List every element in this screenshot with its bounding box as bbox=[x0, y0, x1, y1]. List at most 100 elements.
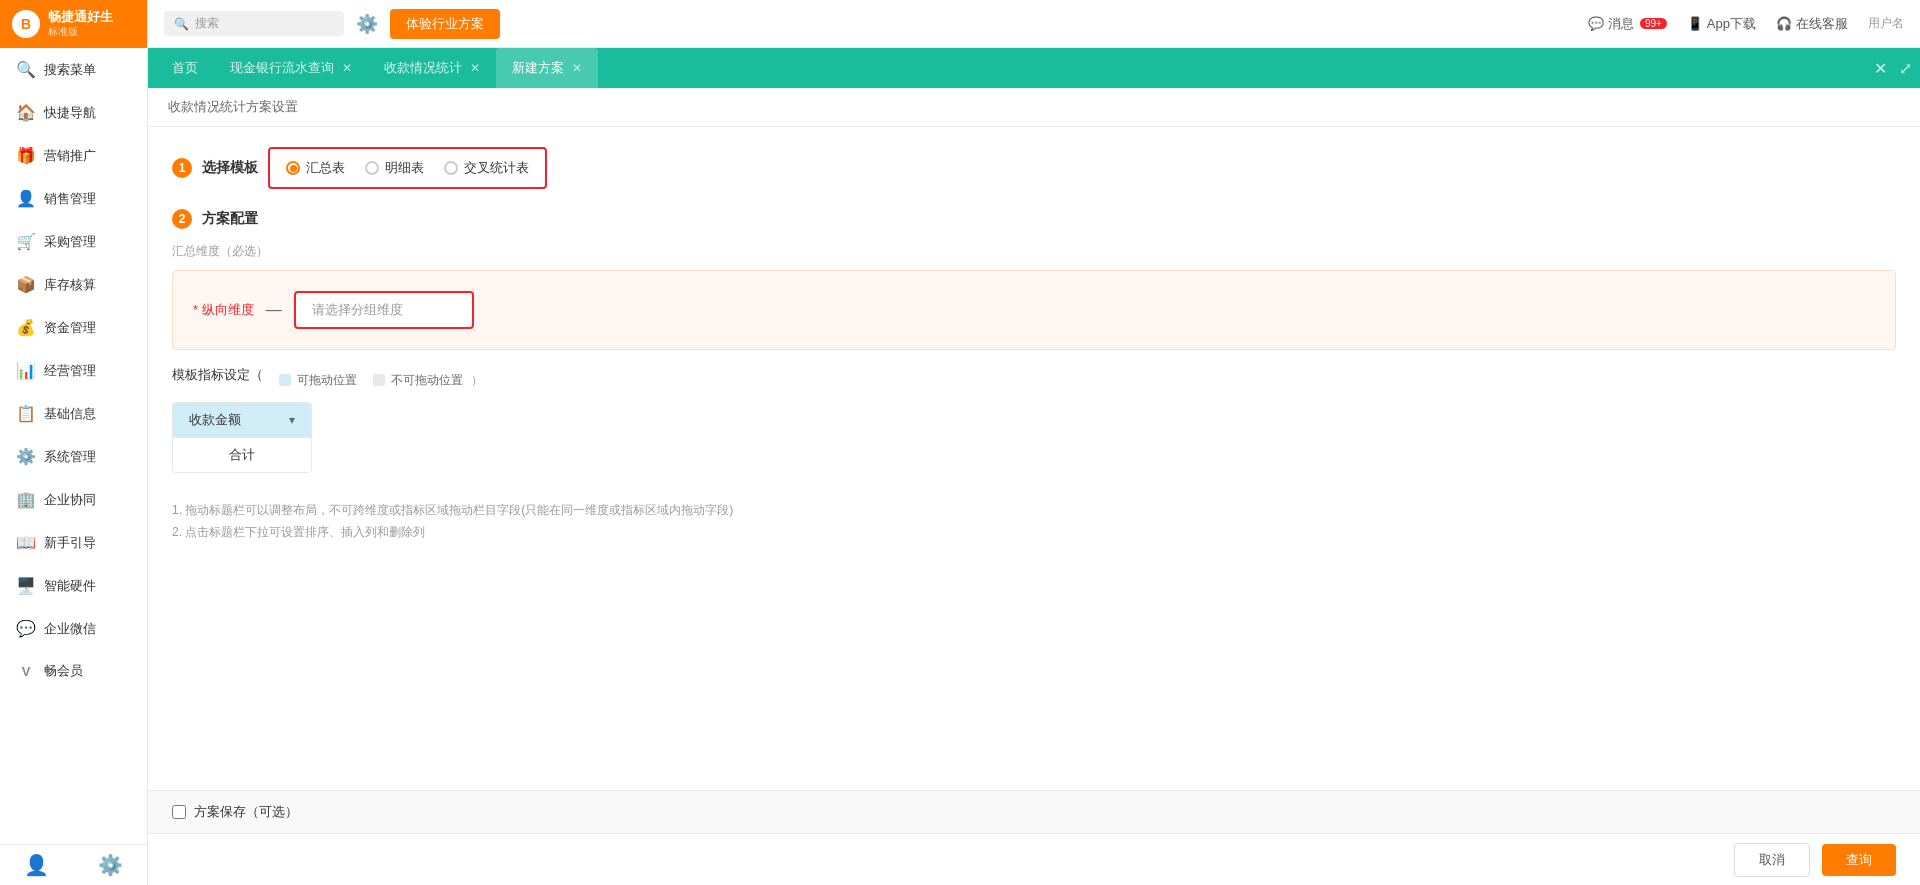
sidebar-item-label: 系统管理 bbox=[44, 448, 96, 466]
sidebar-item-corp-wechat[interactable]: 💬 企业微信 bbox=[0, 607, 147, 650]
radio-summary-label: 汇总表 bbox=[306, 159, 345, 177]
tab-home[interactable]: 首页 bbox=[156, 48, 214, 88]
save-section: 方案保存（可选） bbox=[148, 790, 1920, 833]
fixed-dot bbox=[373, 374, 385, 386]
indicator-table-row: 合计 bbox=[173, 437, 311, 472]
download-button[interactable]: 📱 App下载 bbox=[1687, 15, 1756, 33]
logo-text: 畅捷通好生 bbox=[48, 9, 113, 25]
download-label: App下载 bbox=[1707, 15, 1756, 33]
tab-bank-flow[interactable]: 现金银行流水查询 ✕ bbox=[214, 48, 368, 88]
step2-section: 2 方案配置 汇总维度（必选） * 纵向维度 — 请选择分组维度 bbox=[172, 209, 1896, 543]
message-icon: 💬 bbox=[1588, 16, 1604, 31]
sidebar-item-label: 经营管理 bbox=[44, 362, 96, 380]
maximize-icon[interactable]: ⤢ bbox=[1899, 59, 1912, 78]
breadcrumb-text: 收款情况统计方案设置 bbox=[168, 99, 298, 114]
radio-crosstab[interactable]: 交叉统计表 bbox=[444, 159, 529, 177]
query-button[interactable]: 查询 bbox=[1822, 844, 1896, 876]
tab-home-label: 首页 bbox=[172, 59, 198, 77]
arrow-icon: — bbox=[266, 301, 282, 319]
message-button[interactable]: 💬 消息 99+ bbox=[1588, 15, 1667, 33]
tab-bank-flow-label: 现金银行流水查询 bbox=[230, 59, 334, 77]
radio-crosstab-circle bbox=[444, 161, 458, 175]
sidebar-item-purchase[interactable]: 🛒 采购管理 bbox=[0, 220, 147, 263]
step1-number: 1 bbox=[172, 158, 192, 178]
cancel-button[interactable]: 取消 bbox=[1734, 843, 1810, 877]
sidebar-item-member[interactable]: V 畅会员 bbox=[0, 650, 147, 692]
chart-icon: 📊 bbox=[16, 361, 36, 380]
sidebar-bottom-icon-1[interactable]: 👤 bbox=[24, 853, 49, 877]
tips-area: 1. 拖动标题栏可以调整布局，不可跨维度或指标区域拖动栏目字段(只能在同一维度或… bbox=[172, 500, 1896, 543]
radio-detail[interactable]: 明细表 bbox=[365, 159, 424, 177]
message-badge: 99+ bbox=[1640, 18, 1667, 29]
dimension-section-label: 汇总维度（必选） bbox=[172, 243, 1896, 260]
money-icon: 💰 bbox=[16, 318, 36, 337]
message-label: 消息 bbox=[1608, 15, 1634, 33]
sidebar: B 畅捷通好生 标准版 🔍 搜索菜单 🏠 快捷导航 🎁 营销推广 👤 销售管理 … bbox=[0, 0, 148, 885]
sidebar-item-finance[interactable]: 💰 资金管理 bbox=[0, 306, 147, 349]
sidebar-item-label: 基础信息 bbox=[44, 405, 96, 423]
draggable-dot bbox=[279, 374, 291, 386]
tab-bank-flow-close[interactable]: ✕ bbox=[342, 61, 352, 75]
step1-title: 选择模板 bbox=[202, 159, 258, 177]
tip-item-2: 2. 点击标题栏下拉可设置排序、插入列和删除列 bbox=[172, 522, 1896, 544]
dimension-select-placeholder: 请选择分组维度 bbox=[312, 302, 403, 317]
tab-collection-stat[interactable]: 收款情况统计 ✕ bbox=[368, 48, 496, 88]
legend-fixed-label: 不可拖动位置 bbox=[391, 372, 463, 389]
indicator-table-header[interactable]: 收款金额 ▾ bbox=[173, 403, 311, 437]
service-button[interactable]: 🎧 在线客服 bbox=[1776, 15, 1848, 33]
sidebar-item-smart-hw[interactable]: 🖥️ 智能硬件 bbox=[0, 564, 147, 607]
radio-detail-circle bbox=[365, 161, 379, 175]
sidebar-item-label: 新手引导 bbox=[44, 534, 96, 552]
logo-sub: 标准版 bbox=[48, 25, 113, 39]
dimension-select[interactable]: 请选择分组维度 bbox=[294, 291, 474, 329]
sidebar-item-label: 销售管理 bbox=[44, 190, 96, 208]
sidebar-logo: B 畅捷通好生 标准版 bbox=[0, 0, 147, 48]
sidebar-item-corp-collab[interactable]: 🏢 企业协同 bbox=[0, 478, 147, 521]
sidebar-item-label: 快捷导航 bbox=[44, 104, 96, 122]
main-area: 🔍 搜索 ⚙️ 体验行业方案 💬 消息 99+ 📱 App下载 🎧 在线客服 用… bbox=[148, 0, 1920, 885]
indicator-label: 模板指标设定（ bbox=[172, 366, 263, 384]
search-icon: 🔍 bbox=[16, 60, 36, 79]
sidebar-item-marketing[interactable]: 🎁 营销推广 bbox=[0, 134, 147, 177]
sidebar-bottom-icon-2[interactable]: ⚙️ bbox=[98, 853, 123, 877]
legend-draggable-label: 可拖动位置 bbox=[297, 372, 357, 389]
sidebar-item-label: 营销推广 bbox=[44, 147, 96, 165]
sidebar-item-guide[interactable]: 📖 新手引导 bbox=[0, 521, 147, 564]
topbar-search-box[interactable]: 🔍 搜索 bbox=[164, 11, 344, 36]
save-label[interactable]: 方案保存（可选） bbox=[194, 803, 298, 821]
gear-icon[interactable]: ⚙️ bbox=[356, 13, 378, 35]
tab-collection-stat-label: 收款情况统计 bbox=[384, 59, 462, 77]
member-icon: V bbox=[16, 664, 36, 679]
book-icon: 📖 bbox=[16, 533, 36, 552]
sidebar-item-basic-info[interactable]: 📋 基础信息 bbox=[0, 392, 147, 435]
sidebar-item-label: 企业协同 bbox=[44, 491, 96, 509]
indicator-table: 收款金额 ▾ 合计 bbox=[172, 402, 312, 473]
radio-detail-label: 明细表 bbox=[385, 159, 424, 177]
home-icon: 🏠 bbox=[16, 103, 36, 122]
chat-icon: 💬 bbox=[16, 619, 36, 638]
sidebar-item-inventory[interactable]: 📦 库存核算 bbox=[0, 263, 147, 306]
close-window-icon[interactable]: ✕ bbox=[1874, 59, 1887, 78]
dimension-area: * 纵向维度 — 请选择分组维度 bbox=[172, 270, 1896, 350]
download-icon: 📱 bbox=[1687, 16, 1703, 31]
tab-collection-stat-close[interactable]: ✕ bbox=[470, 61, 480, 75]
step2-header: 2 方案配置 bbox=[172, 209, 1896, 229]
tab-new-plan[interactable]: 新建方案 ✕ bbox=[496, 48, 598, 88]
sidebar-item-quick-nav[interactable]: 🏠 快捷导航 bbox=[0, 91, 147, 134]
radio-summary[interactable]: 汇总表 bbox=[286, 159, 345, 177]
sidebar-item-label: 资金管理 bbox=[44, 319, 96, 337]
sidebar-item-search-menu[interactable]: 🔍 搜索菜单 bbox=[0, 48, 147, 91]
breadcrumb: 收款情况统计方案设置 bbox=[148, 88, 1920, 127]
service-icon: 🎧 bbox=[1776, 16, 1792, 31]
sidebar-item-sales[interactable]: 👤 销售管理 bbox=[0, 177, 147, 220]
tab-new-plan-close[interactable]: ✕ bbox=[572, 61, 582, 75]
sidebar-item-system[interactable]: ⚙️ 系统管理 bbox=[0, 435, 147, 478]
indicator-legend-row: 模板指标设定（ 可拖动位置 不可拖动位置 bbox=[172, 366, 1896, 394]
trial-button[interactable]: 体验行业方案 bbox=[390, 9, 500, 39]
clipboard-icon: 📋 bbox=[16, 404, 36, 423]
building-icon: 🏢 bbox=[16, 490, 36, 509]
sidebar-item-operations[interactable]: 📊 经营管理 bbox=[0, 349, 147, 392]
save-checkbox[interactable] bbox=[172, 805, 186, 819]
legend-draggable: 可拖动位置 bbox=[279, 372, 357, 389]
topbar: 🔍 搜索 ⚙️ 体验行业方案 💬 消息 99+ 📱 App下载 🎧 在线客服 用… bbox=[148, 0, 1920, 48]
